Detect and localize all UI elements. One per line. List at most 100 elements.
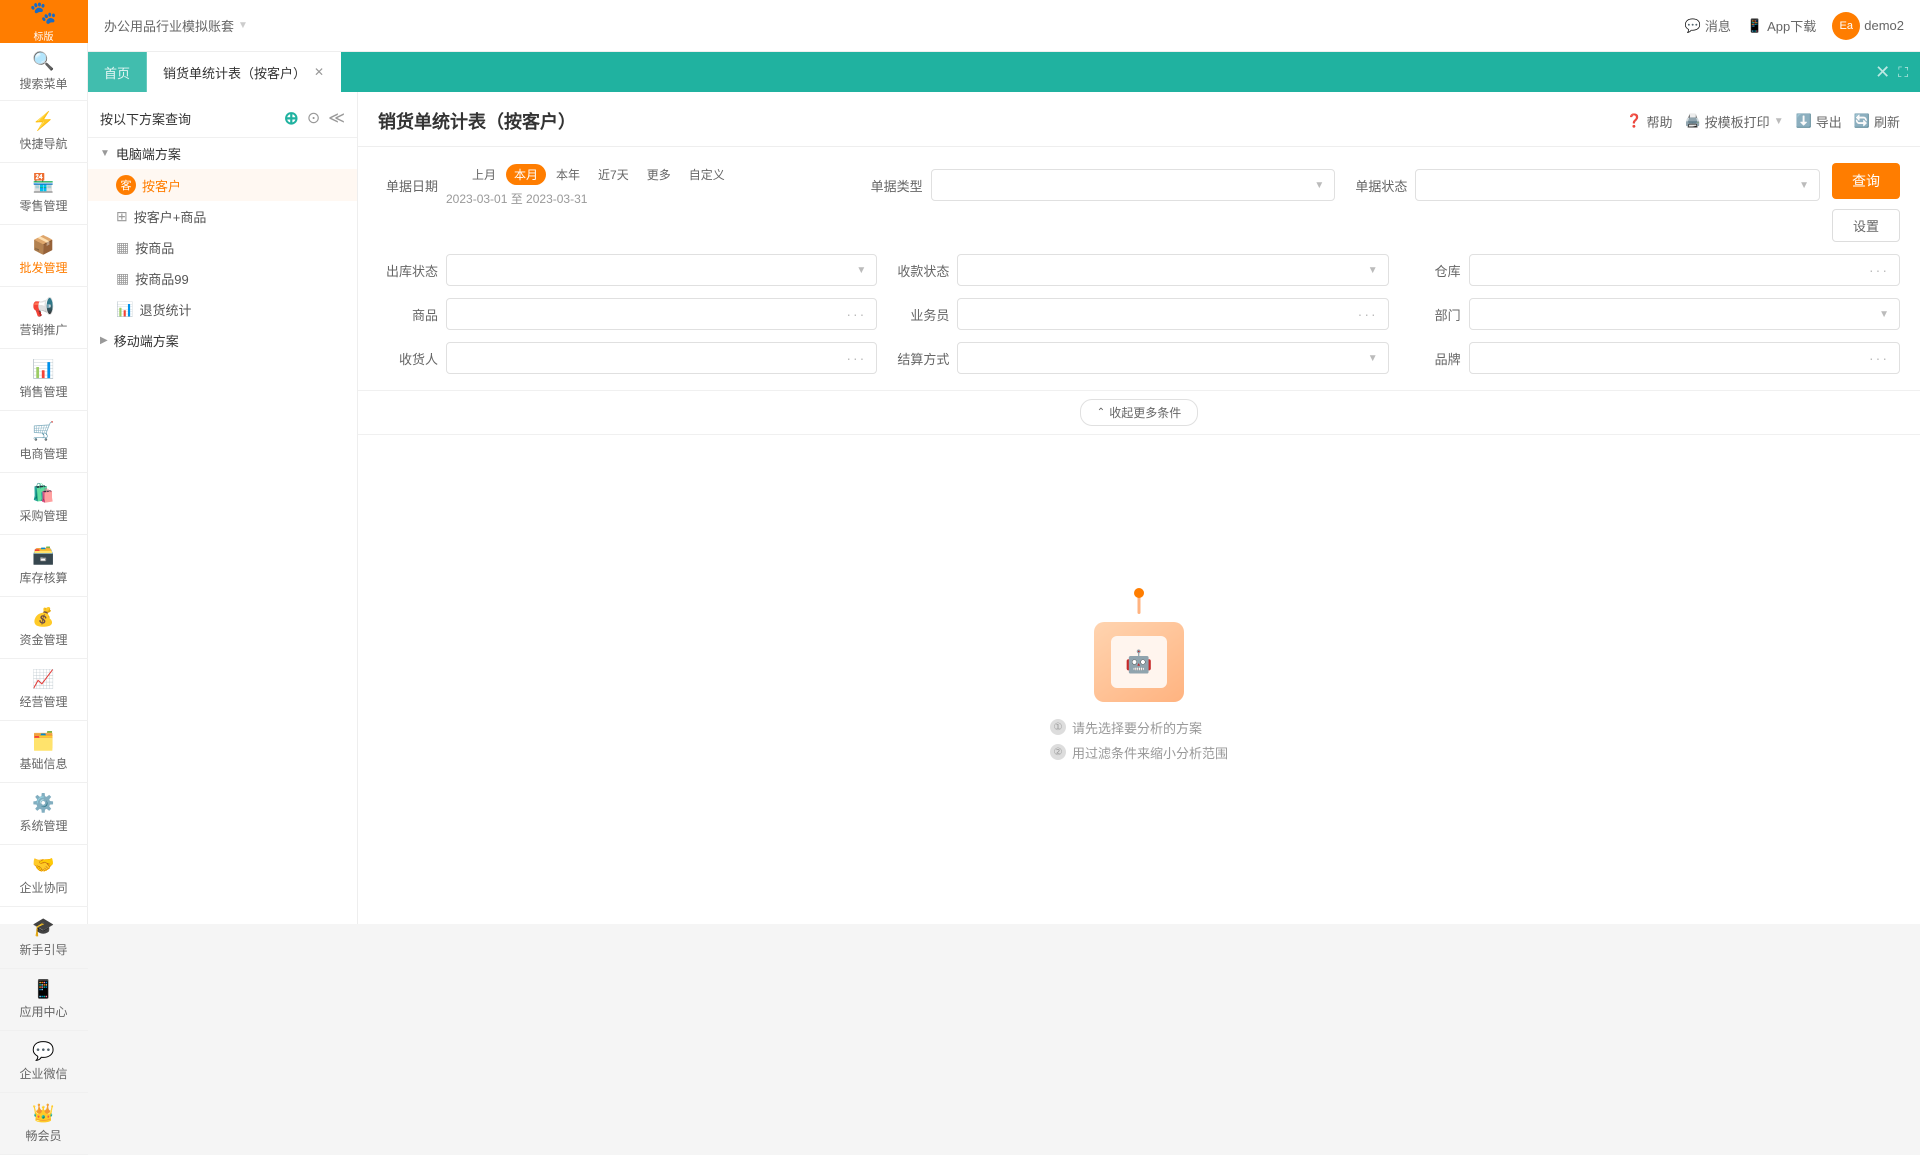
date-tab-last-month2[interactable]: 上月: [464, 163, 504, 186]
sidebar-item-member[interactable]: 👑 畅会员: [0, 1093, 88, 1155]
sidebar-item-operation[interactable]: 📈 经营管理: [0, 659, 88, 721]
tree-group-mobile[interactable]: ▶ 移动端方案: [88, 325, 357, 356]
settlement-select[interactable]: ▼: [957, 342, 1388, 374]
filter-warehouse: 仓库 ···: [1401, 254, 1900, 286]
sidebar-item-sales[interactable]: 📊 销售管理: [0, 349, 88, 411]
export-btn[interactable]: ⬇️ 导出: [1796, 112, 1842, 131]
query-button[interactable]: 查询: [1832, 163, 1900, 199]
date-tab-last-month[interactable]: [446, 172, 462, 178]
filter-order-status: 单据状态 ▼: [1347, 163, 1820, 207]
user-profile[interactable]: Ea demo2: [1832, 12, 1904, 40]
sidebar-item-system[interactable]: ⚙️ 系统管理: [0, 783, 88, 845]
tree-item-by-customer[interactable]: 客 按客户: [88, 169, 357, 201]
sidebar-item-retail[interactable]: 🏪 零售管理: [0, 163, 88, 225]
settlement-arrow: ▼: [1368, 353, 1378, 364]
tree-item-by-customer-product[interactable]: ⊞ 按客户+商品: [88, 201, 357, 232]
filter-settlement: 结算方式 ▼: [889, 342, 1388, 374]
content-area: 按以下方案查询 ⊕ ⊙ ≪ ▼ 电脑端方案 客 按客户 ⊞ 按客户+商品: [88, 92, 1920, 924]
recipient-dots: ···: [846, 350, 866, 366]
settings-button[interactable]: 设置: [1832, 209, 1900, 242]
shipment-status-arrow: ▼: [856, 265, 866, 276]
help-btn[interactable]: ❓ 帮助: [1626, 112, 1672, 131]
topbar-right: 💬 消息 📱 App下载 Ea demo2: [1685, 12, 1904, 40]
pc-group-label: 电脑端方案: [116, 144, 181, 163]
by-customer-label: 按客户: [142, 176, 181, 195]
export-icon: ⬇️: [1796, 113, 1812, 129]
company-selector[interactable]: 办公用品行业模拟账套 ▼: [104, 16, 248, 35]
collapse-panel-icon[interactable]: ≪: [328, 108, 345, 129]
order-type-select[interactable]: ▼: [931, 169, 1336, 201]
sidebar-item-inventory[interactable]: 🗃️ 库存核算: [0, 535, 88, 597]
query-btn-group: 查询 设置: [1832, 163, 1900, 242]
return-stats-icon: 📊: [116, 301, 133, 318]
order-type-arrow: ▼: [1314, 180, 1324, 191]
settings-scheme-icon[interactable]: ⊙: [307, 108, 320, 129]
sidebar-item-marketing[interactable]: 📢 营销推广: [0, 287, 88, 349]
empty-text: ① 请先选择要分析的方案 ② 用过滤条件来缩小分析范围: [1050, 718, 1228, 768]
goods-input[interactable]: ···: [446, 298, 877, 330]
sidebar-item-enterprise[interactable]: 🤝 企业协同: [0, 845, 88, 907]
filter-brand: 品牌 ···: [1401, 342, 1900, 374]
hint-num-1: ①: [1050, 719, 1066, 735]
active-indicator: 客: [116, 175, 136, 195]
tab-sales-report[interactable]: 销货单统计表（按客户） ✕: [147, 52, 341, 92]
date-tab-year[interactable]: 本年: [548, 163, 588, 186]
date-tab-current-month[interactable]: 本月: [506, 164, 546, 185]
app-download-btn[interactable]: 📱 App下载: [1747, 16, 1816, 35]
tree-item-by-product[interactable]: ▦ 按商品: [88, 232, 357, 263]
sidebar-item-purchase[interactable]: 🛍️ 采购管理: [0, 473, 88, 535]
empty-hint-2: ② 用过滤条件来缩小分析范围: [1050, 743, 1228, 762]
sidebar-item-wholesale[interactable]: 📦 批发管理: [0, 225, 88, 287]
sidebar-item-shortcut[interactable]: ⚡ 快捷导航: [0, 101, 88, 163]
sidebar-item-basic[interactable]: 🗂️ 基础信息: [0, 721, 88, 783]
right-panel: 销货单统计表（按客户） ❓ 帮助 🖨️ 按模板打印 ▼ ⬇️ 导出: [358, 92, 1920, 924]
date-tab-custom[interactable]: 自定义: [681, 163, 733, 186]
tree-item-by-product-99[interactable]: ▦ 按商品99: [88, 263, 357, 294]
salesperson-dots: ···: [1358, 306, 1378, 322]
operation-icon: 📈: [32, 669, 54, 690]
sidebar-item-appcenter[interactable]: 📱 应用中心: [0, 969, 88, 1031]
sidebar-item-ecommerce[interactable]: 🛒 电商管理: [0, 411, 88, 473]
sidebar-item-search[interactable]: 🔍 搜索菜单: [0, 43, 88, 101]
sidebar-item-finance[interactable]: 💰 资金管理: [0, 597, 88, 659]
filter-order-type: 单据类型 ▼: [863, 163, 1336, 207]
payment-status-select[interactable]: ▼: [957, 254, 1388, 286]
appcenter-icon: 📱: [32, 979, 54, 1000]
warehouse-dots: ···: [1869, 262, 1889, 278]
filter-area: 单据日期 上月 本月 本年 近7天 更多 自定义: [358, 147, 1920, 391]
sidebar-item-newguide[interactable]: 🎓 新手引导: [0, 907, 88, 969]
department-label: 部门: [1401, 305, 1461, 324]
collapse-button[interactable]: ⌃ 收起更多条件: [1080, 399, 1198, 426]
enterprise-icon: 🤝: [32, 855, 54, 876]
tab-home[interactable]: 首页: [88, 52, 147, 92]
filter-salesperson: 业务员 ···: [889, 298, 1388, 330]
messages-btn[interactable]: 💬 消息: [1685, 16, 1731, 35]
date-tab-7days[interactable]: 近7天: [590, 163, 637, 186]
date-tab-more[interactable]: 更多: [639, 163, 679, 186]
goods-dots: ···: [846, 306, 866, 322]
department-select[interactable]: ▼: [1469, 298, 1900, 330]
close-window-icon[interactable]: ✕: [1875, 62, 1890, 83]
warehouse-label: 仓库: [1401, 261, 1461, 280]
tree-arrow-mobile: ▶: [100, 335, 108, 346]
add-scheme-icon[interactable]: ⊕: [284, 108, 299, 129]
by-product-label: 按商品: [135, 238, 174, 257]
maximize-icon[interactable]: ⛶: [1898, 64, 1908, 81]
tree-group-pc[interactable]: ▼ 电脑端方案: [88, 138, 357, 169]
print-icon: 🖨️: [1684, 113, 1700, 129]
app-logo[interactable]: 🐾 标版: [0, 0, 88, 43]
print-btn[interactable]: 🖨️ 按模板打印 ▼: [1684, 112, 1783, 131]
refresh-btn[interactable]: 🔄 刷新: [1854, 112, 1900, 131]
tree-item-return-stats[interactable]: 📊 退货统计: [88, 294, 357, 325]
order-status-select[interactable]: ▼: [1415, 169, 1820, 201]
warehouse-input[interactable]: ···: [1469, 254, 1900, 286]
member-icon: 👑: [32, 1103, 54, 1124]
basic-icon: 🗂️: [32, 731, 54, 752]
salesperson-input[interactable]: ···: [957, 298, 1388, 330]
shipment-status-select[interactable]: ▼: [446, 254, 877, 286]
sidebar-item-wechat[interactable]: 💬 企业微信: [0, 1031, 88, 1093]
brand-input[interactable]: ···: [1469, 342, 1900, 374]
recipient-input[interactable]: ···: [446, 342, 877, 374]
tab-close-icon[interactable]: ✕: [314, 65, 324, 79]
left-panel: 按以下方案查询 ⊕ ⊙ ≪ ▼ 电脑端方案 客 按客户 ⊞ 按客户+商品: [88, 92, 358, 924]
